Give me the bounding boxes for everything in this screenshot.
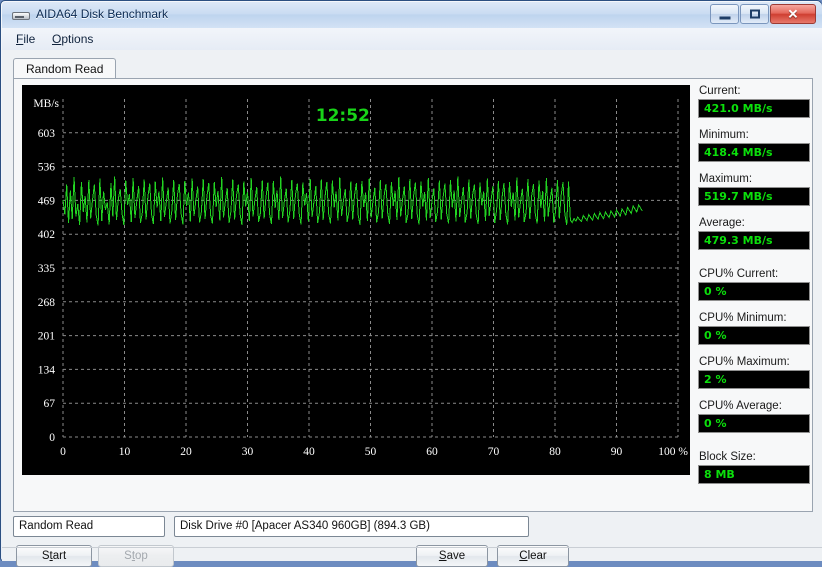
tab-random-read[interactable]: Random Read [13, 58, 117, 80]
svg-text:90: 90 [611, 446, 623, 458]
tab-panel: 0 67 134 201 268 335 402 469 536 603 MB/s 0 10 20 30 40… [13, 78, 813, 512]
svg-text:201: 201 [38, 331, 56, 343]
drive-select[interactable]: Disk Drive #0 [Apacer AS340 960GB] (894.… [174, 516, 529, 537]
save-button[interactable]: Save [416, 545, 488, 567]
start-button[interactable]: Start [16, 545, 92, 567]
tab-strip: Random Read [13, 58, 813, 80]
bottom-separator [2, 547, 822, 548]
svg-text:10: 10 [119, 446, 131, 458]
svg-text:50: 50 [365, 446, 377, 458]
svg-text:469: 469 [38, 195, 56, 207]
clear-button[interactable]: Clear [497, 545, 569, 567]
svg-text:20: 20 [180, 446, 192, 458]
svg-text:335: 335 [38, 263, 56, 275]
stat-label-average: Average: [699, 217, 745, 229]
svg-text:30: 30 [242, 446, 254, 458]
graph-svg: 0 67 134 201 268 335 402 469 536 603 MB/s 0 10 20 30 40… [22, 85, 690, 475]
menu-options-rest: ptions [61, 32, 94, 46]
stats-divider [698, 261, 810, 268]
title-bar: AIDA64 Disk Benchmark ✕ [2, 2, 822, 28]
stat-value-minimum: 418.4 MB/s [698, 143, 810, 162]
svg-text:70: 70 [488, 446, 500, 458]
menu-item-file[interactable]: File [10, 32, 41, 46]
svg-text:67: 67 [44, 398, 56, 410]
svg-text:0: 0 [60, 446, 66, 458]
svg-text:134: 134 [38, 364, 56, 376]
bottom-controls: Random Read Disk Drive #0 [Apacer AS340 … [2, 513, 822, 567]
stat-value-average: 479.3 MB/s [698, 231, 810, 250]
menu-bar: File Options [2, 28, 822, 51]
aida64-window: AIDA64 Disk Benchmark ✕ File Options Ran… [0, 0, 822, 567]
close-button[interactable]: ✕ [770, 4, 816, 24]
client-area: Random Read 0 67 134 201 268 335 402 469 536 603 M… [2, 50, 822, 567]
svg-text:40: 40 [303, 446, 315, 458]
svg-text:MB/s: MB/s [33, 98, 59, 110]
svg-text:80: 80 [549, 446, 561, 458]
close-icon: ✕ [787, 6, 799, 22]
svg-text:402: 402 [38, 229, 56, 241]
svg-text:536: 536 [38, 162, 56, 174]
stat-value-cpu-maximum: 2 % [698, 370, 810, 389]
stat-label-cpu-minimum: CPU% Minimum: [699, 312, 787, 324]
svg-text:12:52: 12:52 [316, 106, 370, 126]
stats-divider-2 [698, 444, 810, 451]
stop-button[interactable]: Stop [98, 545, 174, 567]
stat-value-cpu-average: 0 % [698, 414, 810, 433]
stat-label-block-size: Block Size: [699, 451, 756, 463]
benchmark-graph: 0 67 134 201 268 335 402 469 536 603 MB/s 0 10 20 30 40… [22, 85, 690, 475]
disk-icon [12, 9, 30, 22]
svg-text:603: 603 [38, 128, 56, 140]
stat-value-cpu-minimum: 0 % [698, 326, 810, 345]
maximize-button[interactable] [740, 4, 769, 24]
stat-label-cpu-maximum: CPU% Maximum: [699, 356, 790, 368]
stat-label-cpu-average: CPU% Average: [699, 400, 782, 412]
window-title: AIDA64 Disk Benchmark [36, 7, 169, 21]
window-controls: ✕ [710, 4, 816, 24]
test-type-select[interactable]: Random Read [13, 516, 165, 537]
menu-item-options[interactable]: Options [46, 32, 99, 46]
stat-label-minimum: Minimum: [699, 129, 749, 141]
menu-file-rest: ile [23, 32, 36, 46]
stat-value-block-size: 8 MB [698, 465, 810, 484]
minimize-button[interactable] [710, 4, 739, 24]
stat-label-cpu-current: CPU% Current: [699, 268, 779, 280]
stat-value-current: 421.0 MB/s [698, 99, 810, 118]
svg-text:100 %: 100 % [658, 446, 688, 458]
svg-text:0: 0 [49, 432, 55, 444]
statistics-panel: Current: 421.0 MB/s Minimum: 418.4 MB/s … [698, 85, 810, 505]
stat-label-current: Current: [699, 85, 741, 97]
stat-value-maximum: 519.7 MB/s [698, 187, 810, 206]
stat-value-cpu-current: 0 % [698, 282, 810, 301]
svg-text:60: 60 [426, 446, 438, 458]
svg-text:268: 268 [38, 297, 56, 309]
stat-label-maximum: Maximum: [699, 173, 753, 185]
